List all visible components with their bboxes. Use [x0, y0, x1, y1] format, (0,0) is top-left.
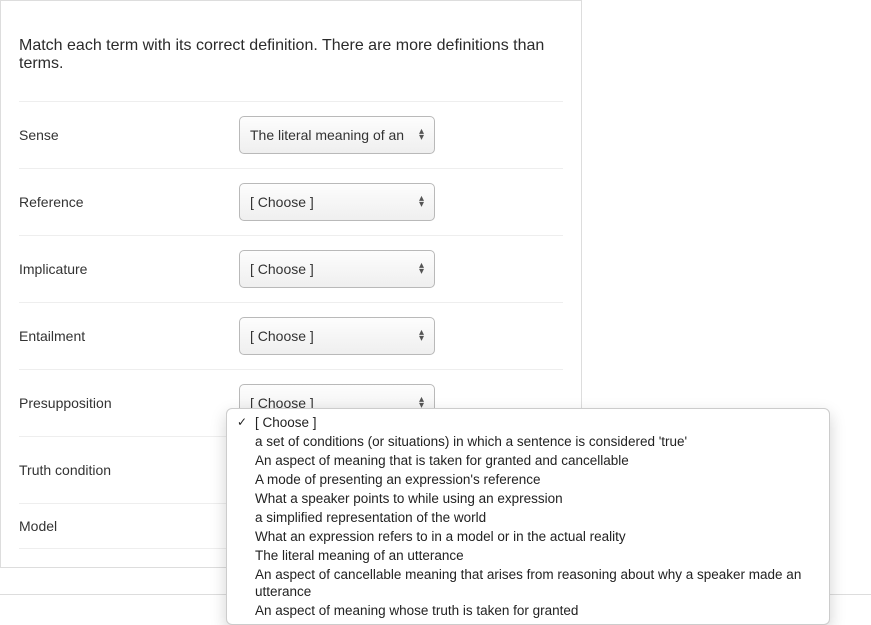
select-sense[interactable]: The literal meaning of an utte ▴▾	[239, 116, 435, 154]
updown-icon: ▴▾	[419, 196, 424, 208]
dropdown-option-label: a set of conditions (or situations) in w…	[255, 433, 687, 450]
dropdown-option-label: An aspect of cancellable meaning that ar…	[255, 566, 817, 600]
match-row-entailment: Entailment [ Choose ] ▴▾	[19, 302, 563, 369]
match-row-sense: Sense The literal meaning of an utte ▴▾	[19, 101, 563, 168]
term-label: Truth condition	[19, 462, 239, 478]
dropdown-option[interactable]: a set of conditions (or situations) in w…	[227, 432, 829, 451]
dropdown-menu[interactable]: ✓ [ Choose ] a set of conditions (or sit…	[226, 408, 830, 625]
dropdown-option[interactable]: What an expression refers to in a model …	[227, 527, 829, 546]
term-label: Model	[19, 518, 239, 534]
match-row-reference: Reference [ Choose ] ▴▾	[19, 168, 563, 235]
term-label: Sense	[19, 127, 239, 143]
dropdown-option-label: A mode of presenting an expression's ref…	[255, 471, 541, 488]
dropdown-option-choose[interactable]: ✓ [ Choose ]	[227, 413, 829, 432]
dropdown-option[interactable]: A mode of presenting an expression's ref…	[227, 470, 829, 489]
term-label: Entailment	[19, 328, 239, 344]
dropdown-option[interactable]: An aspect of meaning whose truth is take…	[227, 601, 829, 620]
select-implicature[interactable]: [ Choose ] ▴▾	[239, 250, 435, 288]
dropdown-option-label: What an expression refers to in a model …	[255, 528, 626, 545]
dropdown-option[interactable]: An aspect of cancellable meaning that ar…	[227, 565, 829, 601]
select-value: [ Choose ]	[250, 328, 314, 344]
dropdown-option-label: What a speaker points to while using an …	[255, 490, 563, 507]
dropdown-option[interactable]: a simplified representation of the world	[227, 508, 829, 527]
dropdown-option-label: An aspect of meaning that is taken for g…	[255, 452, 629, 469]
select-reference[interactable]: [ Choose ] ▴▾	[239, 183, 435, 221]
dropdown-option-label: An aspect of meaning whose truth is take…	[255, 602, 578, 619]
updown-icon: ▴▾	[419, 263, 424, 275]
updown-icon: ▴▾	[419, 330, 424, 342]
select-value: [ Choose ]	[250, 194, 314, 210]
select-value: The literal meaning of an utte	[250, 127, 406, 143]
question-prompt: Match each term with its correct definit…	[19, 37, 563, 73]
select-value: [ Choose ]	[250, 261, 314, 277]
check-icon: ✓	[237, 414, 247, 431]
term-label: Presupposition	[19, 395, 239, 411]
match-row-implicature: Implicature [ Choose ] ▴▾	[19, 235, 563, 302]
dropdown-option[interactable]: An aspect of meaning that is taken for g…	[227, 451, 829, 470]
dropdown-option[interactable]: The literal meaning of an utterance	[227, 546, 829, 565]
dropdown-option-label: a simplified representation of the world	[255, 509, 486, 526]
dropdown-option[interactable]: What a speaker points to while using an …	[227, 489, 829, 508]
term-label: Implicature	[19, 261, 239, 277]
dropdown-option-label: [ Choose ]	[255, 414, 317, 431]
dropdown-option-label: The literal meaning of an utterance	[255, 547, 464, 564]
select-entailment[interactable]: [ Choose ] ▴▾	[239, 317, 435, 355]
term-label: Reference	[19, 194, 239, 210]
updown-icon: ▴▾	[419, 129, 424, 141]
